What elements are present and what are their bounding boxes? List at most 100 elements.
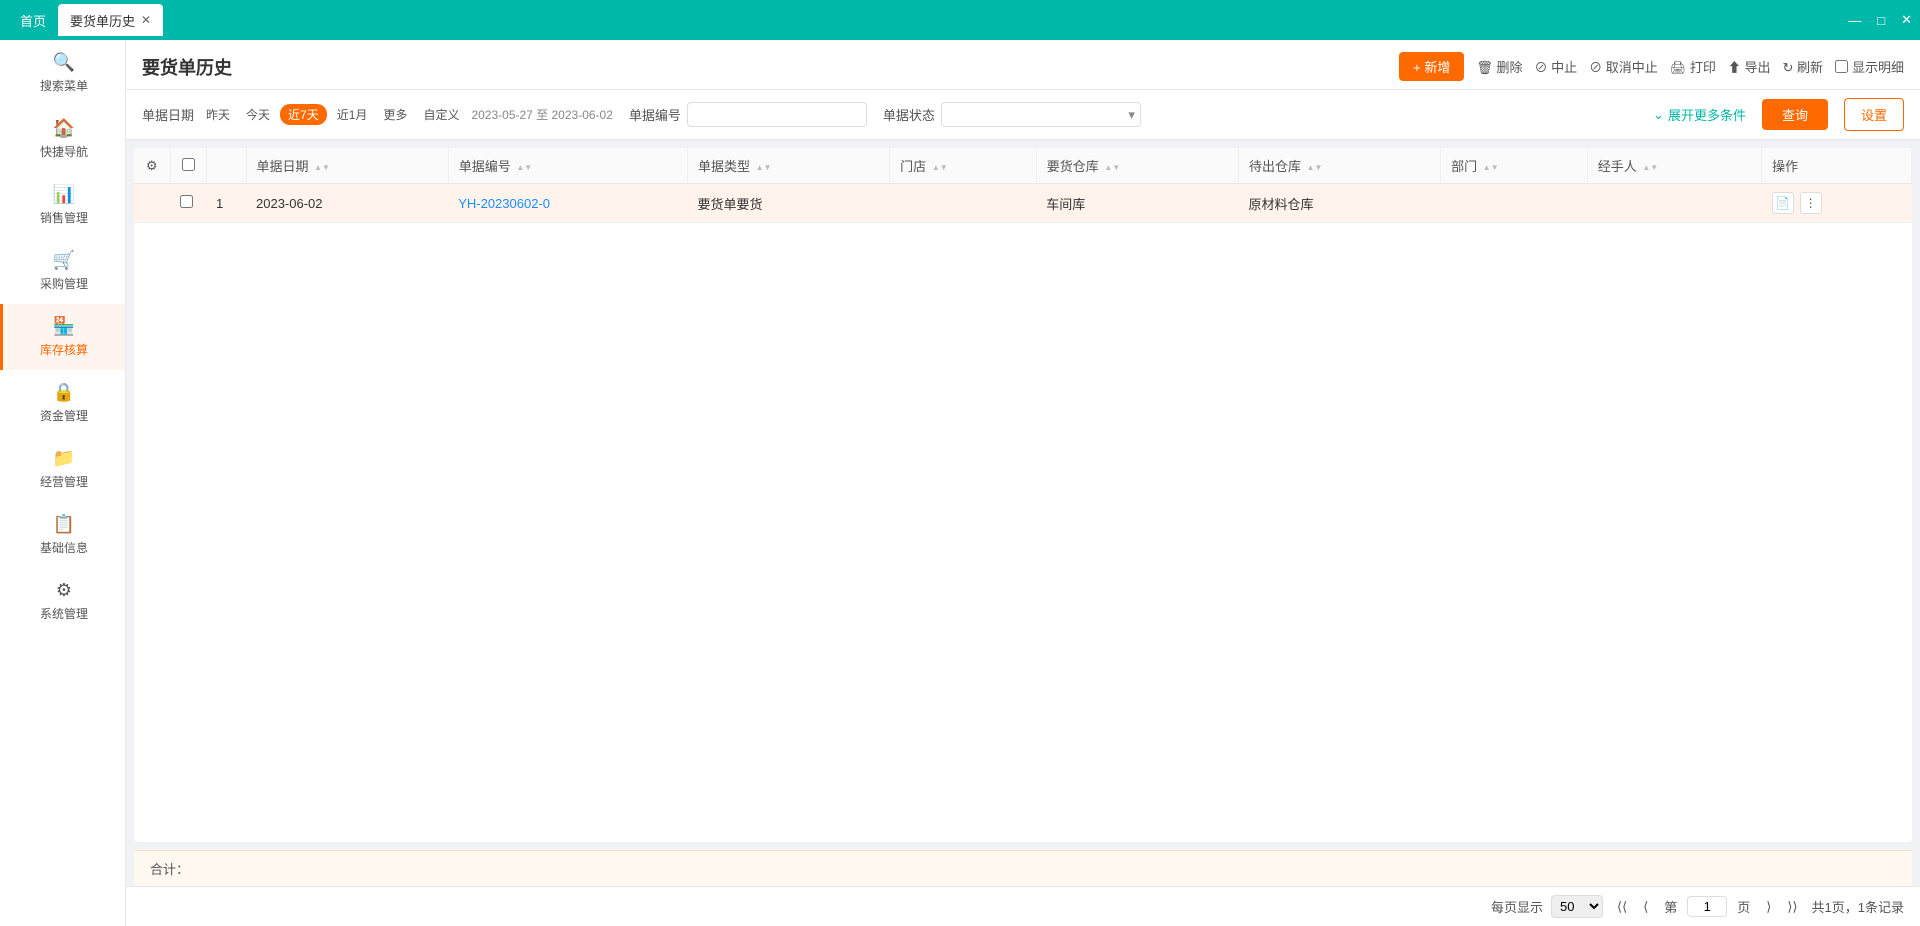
inventory-icon: 🏪 (53, 316, 75, 337)
select-all-checkbox[interactable] (182, 158, 195, 171)
export-button[interactable]: ⬆ 导出 (1728, 57, 1771, 76)
sidebar-item-inventory[interactable]: 🏪 库存核算 (0, 304, 125, 370)
cell-num: 1 (206, 184, 246, 223)
sales-mgmt-icon: 📊 (53, 184, 75, 205)
sidebar-item-label-quick-nav: 快捷导航 (40, 143, 88, 160)
display-detail-checkbox[interactable]: 显示明细 (1835, 57, 1904, 76)
sidebar-item-system-mgmt[interactable]: ⚙ 系统管理 (0, 568, 125, 634)
date-filter-group: 单据日期 昨天 今天 近7天 近1月 更多 自定义 2023-05-27 至 2… (142, 104, 613, 125)
refresh-button[interactable]: ↻ 刷新 (1782, 57, 1823, 76)
sidebar-item-basic-info[interactable]: 📋 基础信息 (0, 502, 125, 568)
minimize-icon[interactable]: — (1848, 13, 1861, 28)
sort-doctype-icon[interactable]: ▲▼ (756, 163, 772, 172)
tab-requisition-history-label: 要货单历史 (70, 11, 135, 30)
shortcut-custom[interactable]: 自定义 (417, 104, 465, 125)
table-row: 1 2023-06-02 YH-20230602-0 要货单要货 车间库 原材料… (134, 184, 1912, 223)
per-page-label: 每页显示 (1491, 897, 1543, 916)
last-page-icon[interactable]: ⟩⟩ (1781, 897, 1803, 917)
th-handler: 经手人 ▲▼ (1587, 148, 1761, 184)
sort-date-icon[interactable]: ▲▼ (314, 163, 330, 172)
first-page-icon[interactable]: ⟨⟨ (1611, 897, 1633, 917)
sort-handler-icon[interactable]: ▲▼ (1642, 163, 1658, 172)
edit-op-button[interactable]: 📄 (1772, 192, 1794, 214)
stop-button[interactable]: ⊘ 中止 (1534, 57, 1577, 76)
sidebar-item-search-menu[interactable]: 🔍 搜索菜单 (0, 40, 125, 106)
sidebar-item-label-sales-mgmt: 销售管理 (40, 209, 88, 226)
row-checkbox[interactable] (180, 195, 193, 208)
th-doc-type: 单据类型 ▲▼ (687, 148, 889, 184)
per-page-select[interactable]: 50 20 100 (1551, 895, 1603, 918)
doc-number-filter-group: 单据编号 (629, 102, 867, 127)
status-select-wrapper (941, 102, 1141, 127)
sidebar: 🔍 搜索菜单 🏠 快捷导航 📊 销售管理 🛒 采购管理 🏪 库存核算 🔒 资金管… (0, 40, 126, 926)
table-header: ⚙ 单据日期 ▲▼ 单据编号 ▲▼ (134, 148, 1912, 184)
main-layout: 🔍 搜索菜单 🏠 快捷导航 📊 销售管理 🛒 采购管理 🏪 库存核算 🔒 资金管… (0, 40, 1920, 926)
sort-reqwarehouse-icon[interactable]: ▲▼ (1104, 163, 1120, 172)
doc-number-input[interactable] (687, 102, 867, 127)
display-detail-label: 显示明细 (1852, 57, 1904, 76)
close-window-icon[interactable]: ✕ (1901, 12, 1912, 28)
filter-settings-button[interactable]: 设置 (1844, 98, 1904, 131)
maximize-icon[interactable]: □ (1877, 13, 1885, 28)
finance-mgmt-icon: 🔒 (53, 382, 75, 403)
delete-button[interactable]: 🗑 删除 (1476, 57, 1522, 76)
sort-pendingwarehouse-icon[interactable]: ▲▼ (1307, 163, 1323, 172)
tab-home[interactable]: 首页 (8, 4, 58, 36)
column-settings-icon[interactable]: ⚙ (146, 158, 158, 173)
date-range-text: 2023-05-27 至 2023-06-02 (471, 106, 612, 123)
sidebar-item-quick-nav[interactable]: 🏠 快捷导航 (0, 106, 125, 172)
th-pending-warehouse: 待出仓库 ▲▼ (1238, 148, 1440, 184)
shortcut-today[interactable]: 今天 (240, 104, 276, 125)
shortcut-last1month[interactable]: 近1月 (331, 104, 374, 125)
new-button[interactable]: + 新增 (1399, 52, 1464, 81)
doc-no-link[interactable]: YH-20230602-0 (458, 196, 550, 211)
shortcut-yesterday[interactable]: 昨天 (200, 104, 236, 125)
th-checkbox (170, 148, 206, 184)
expand-more-icon: ⌄ (1653, 107, 1664, 123)
cell-pending-warehouse: 原材料仓库 (1238, 184, 1440, 223)
tab-requisition-history[interactable]: 要货单历史 ✕ (58, 4, 163, 36)
sidebar-item-operations-mgmt[interactable]: 📁 经营管理 (0, 436, 125, 502)
sort-dept-icon[interactable]: ▲▼ (1483, 163, 1499, 172)
prev-page-icon[interactable]: ⟨ (1637, 897, 1654, 917)
cell-store (890, 184, 1037, 223)
th-department: 部门 ▲▼ (1441, 148, 1588, 184)
close-tab-icon[interactable]: ✕ (141, 13, 151, 27)
cell-department (1441, 184, 1588, 223)
cancel-stop-button[interactable]: ⊘ 取消中止 (1589, 57, 1658, 76)
shortcut-last7days[interactable]: 近7天 (280, 104, 327, 125)
sort-docno-icon[interactable]: ▲▼ (516, 163, 532, 172)
page-title-row: 要货单历史 + 新增 🗑 删除 ⊘ 中止 ⊘ 取消中止 🖨 打印 ⬆ 导出 ↻ … (142, 52, 1904, 81)
total-info: 共1页，1条记录 (1812, 897, 1904, 916)
sidebar-item-purchase-mgmt[interactable]: 🛒 采购管理 (0, 238, 125, 304)
page-header: 要货单历史 + 新增 🗑 删除 ⊘ 中止 ⊘ 取消中止 🖨 打印 ⬆ 导出 ↻ … (126, 40, 1920, 90)
th-settings: ⚙ (134, 148, 170, 184)
print-button[interactable]: 🖨 打印 (1670, 57, 1716, 76)
expand-more-button[interactable]: ⌄ 展开更多条件 (1653, 105, 1746, 124)
content-area: 要货单历史 + 新增 🗑 删除 ⊘ 中止 ⊘ 取消中止 🖨 打印 ⬆ 导出 ↻ … (126, 40, 1920, 926)
next-page-icon[interactable]: ⟩ (1760, 897, 1777, 917)
window-controls: — □ ✕ (1848, 12, 1912, 28)
summary-label: 合计： (150, 859, 189, 878)
status-filter-group: 单据状态 (883, 102, 1141, 127)
page-label-2: 页 (1731, 895, 1756, 918)
sidebar-item-label-system-mgmt: 系统管理 (40, 605, 88, 622)
display-detail-input[interactable] (1835, 60, 1848, 73)
more-op-button[interactable]: ⋮ (1800, 192, 1822, 214)
sidebar-item-sales-mgmt[interactable]: 📊 销售管理 (0, 172, 125, 238)
cell-handler (1587, 184, 1761, 223)
page-title: 要货单历史 (142, 54, 232, 80)
shortcut-more[interactable]: 更多 (377, 104, 413, 125)
sidebar-item-label-basic-info: 基础信息 (40, 539, 88, 556)
basic-info-icon: 📋 (53, 514, 75, 535)
sort-store-icon[interactable]: ▲▼ (932, 163, 948, 172)
status-select[interactable] (941, 102, 1141, 127)
expand-more-label: 展开更多条件 (1668, 105, 1746, 124)
cell-doc-type: 要货单要货 (687, 184, 889, 223)
sidebar-item-finance-mgmt[interactable]: 🔒 资金管理 (0, 370, 125, 436)
query-button[interactable]: 查询 (1762, 99, 1828, 130)
page-input[interactable] (1687, 896, 1727, 917)
table-body: 1 2023-06-02 YH-20230602-0 要货单要货 车间库 原材料… (134, 184, 1912, 223)
table-area: ⚙ 单据日期 ▲▼ 单据编号 ▲▼ (134, 148, 1912, 842)
top-bar: 首页 要货单历史 ✕ — □ ✕ (0, 0, 1920, 40)
